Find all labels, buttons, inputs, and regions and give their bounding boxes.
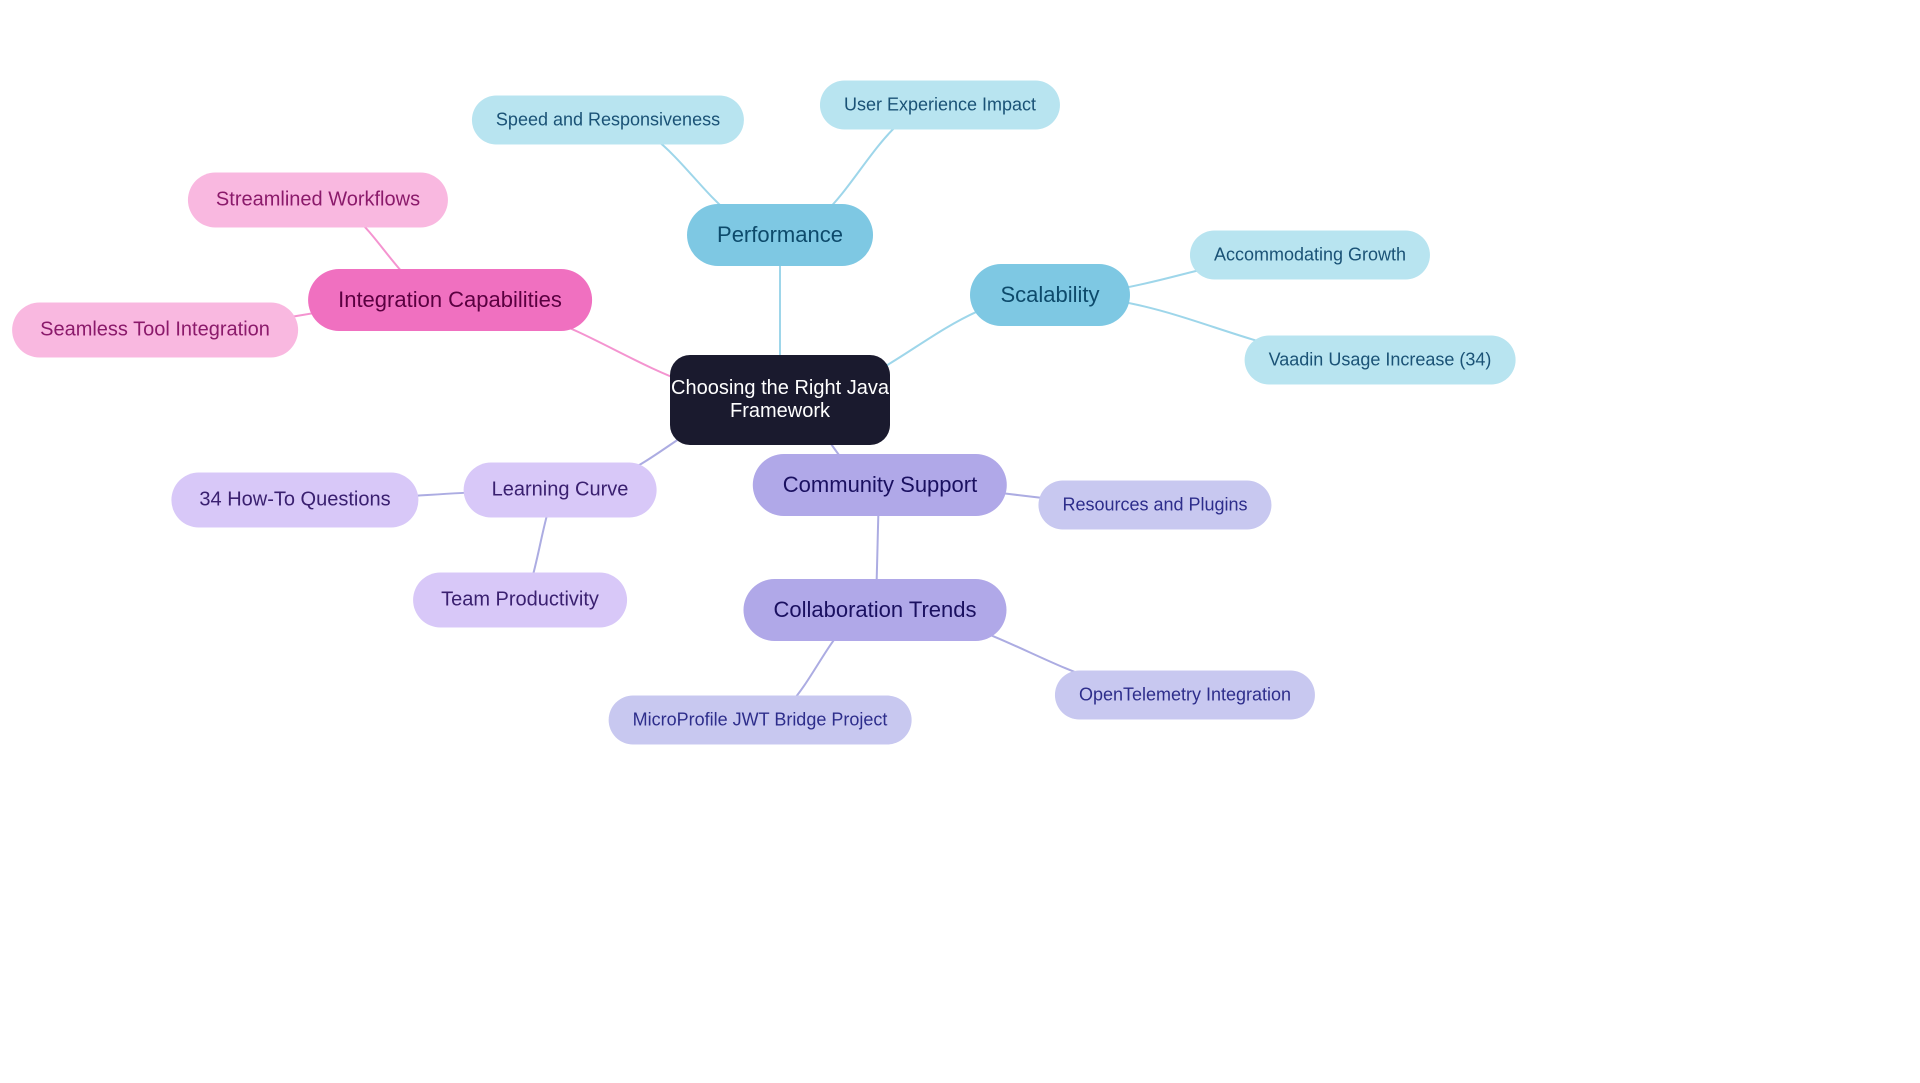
node-resources[interactable]: Resources and Plugins xyxy=(1038,481,1271,530)
node-seamless[interactable]: Seamless Tool Integration xyxy=(12,303,298,358)
node-performance[interactable]: Performance xyxy=(687,204,873,266)
node-ux[interactable]: User Experience Impact xyxy=(820,81,1060,130)
node-integration[interactable]: Integration Capabilities xyxy=(308,269,592,331)
node-accommodating[interactable]: Accommodating Growth xyxy=(1190,231,1430,280)
mind-map-svg xyxy=(0,0,1920,1083)
node-learning[interactable]: Learning Curve xyxy=(464,463,657,518)
node-community[interactable]: Community Support xyxy=(753,454,1007,516)
node-vaadin[interactable]: Vaadin Usage Increase (34) xyxy=(1245,336,1516,385)
node-collaboration[interactable]: Collaboration Trends xyxy=(743,579,1006,641)
node-howto[interactable]: 34 How-To Questions xyxy=(171,473,418,528)
node-microprofile[interactable]: MicroProfile JWT Bridge Project xyxy=(609,696,912,745)
node-streamlined[interactable]: Streamlined Workflows xyxy=(188,173,448,228)
node-center[interactable]: Choosing the Right Java Framework xyxy=(670,355,890,445)
node-speed[interactable]: Speed and Responsiveness xyxy=(472,96,744,145)
node-team[interactable]: Team Productivity xyxy=(413,573,627,628)
node-opentelemetry[interactable]: OpenTelemetry Integration xyxy=(1055,671,1315,720)
node-scalability[interactable]: Scalability xyxy=(970,264,1130,326)
